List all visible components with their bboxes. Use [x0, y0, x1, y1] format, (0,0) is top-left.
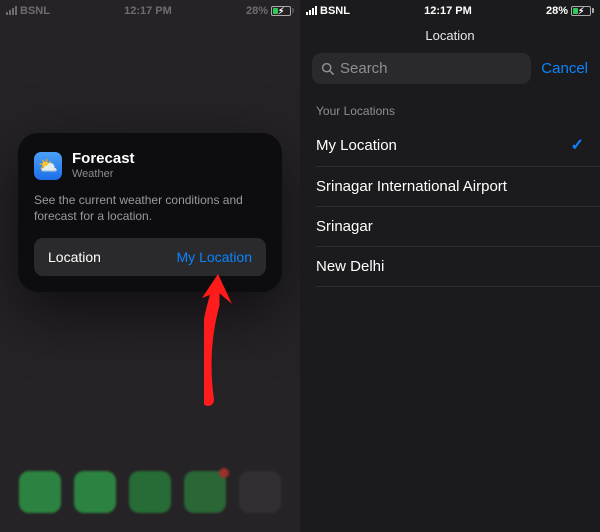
cancel-button[interactable]: Cancel [541, 60, 588, 77]
location-item[interactable]: Srinagar International Airport [300, 167, 600, 206]
location-param-row[interactable]: Location My Location [34, 238, 266, 276]
dock-app[interactable] [74, 471, 116, 513]
checkmark-icon: ✓ [571, 135, 584, 155]
widget-title: Forecast [72, 151, 135, 166]
right-screenshot: BSNL 12:17 PM 28% ⚡︎ Location Search Can… [300, 0, 600, 532]
widget-description: See the current weather conditions and f… [34, 192, 266, 224]
battery-percent: 28% [546, 5, 568, 17]
battery-icon: ⚡︎ [271, 6, 294, 16]
clock: 12:17 PM [424, 5, 472, 17]
search-placeholder: Search [340, 60, 388, 77]
search-icon [321, 62, 334, 75]
widget-config-card[interactable]: ⛅ Forecast Weather See the current weath… [18, 133, 282, 292]
list-item-label: My Location [316, 137, 397, 154]
page-title: Location [300, 18, 600, 53]
list-item-label: New Delhi [316, 258, 384, 275]
widget-subtitle: Weather [72, 168, 135, 180]
param-label: Location [48, 249, 101, 265]
dock-app[interactable] [19, 471, 61, 513]
search-input[interactable]: Search [312, 53, 531, 84]
left-screenshot: BSNL 12:17 PM 28% ⚡︎ ⛅ Forecast Weather … [0, 0, 300, 532]
location-item[interactable]: New Delhi [300, 247, 600, 286]
dock [0, 452, 300, 532]
section-header: Your Locations [300, 96, 600, 124]
status-bar: BSNL 12:17 PM 28% ⚡︎ [300, 0, 600, 18]
param-value: My Location [177, 249, 252, 265]
dock-app[interactable] [239, 471, 281, 513]
battery-icon: ⚡︎ [571, 6, 594, 16]
carrier-label: BSNL [320, 5, 350, 17]
separator [316, 286, 600, 287]
weather-app-icon: ⛅ [34, 152, 62, 180]
location-item[interactable]: Srinagar [300, 207, 600, 246]
list-item-label: Srinagar International Airport [316, 178, 507, 195]
list-item-label: Srinagar [316, 218, 373, 235]
location-item-my-location[interactable]: My Location ✓ [300, 124, 600, 166]
dock-app[interactable] [184, 471, 226, 513]
dock-app[interactable] [129, 471, 171, 513]
signal-icon [306, 6, 317, 15]
